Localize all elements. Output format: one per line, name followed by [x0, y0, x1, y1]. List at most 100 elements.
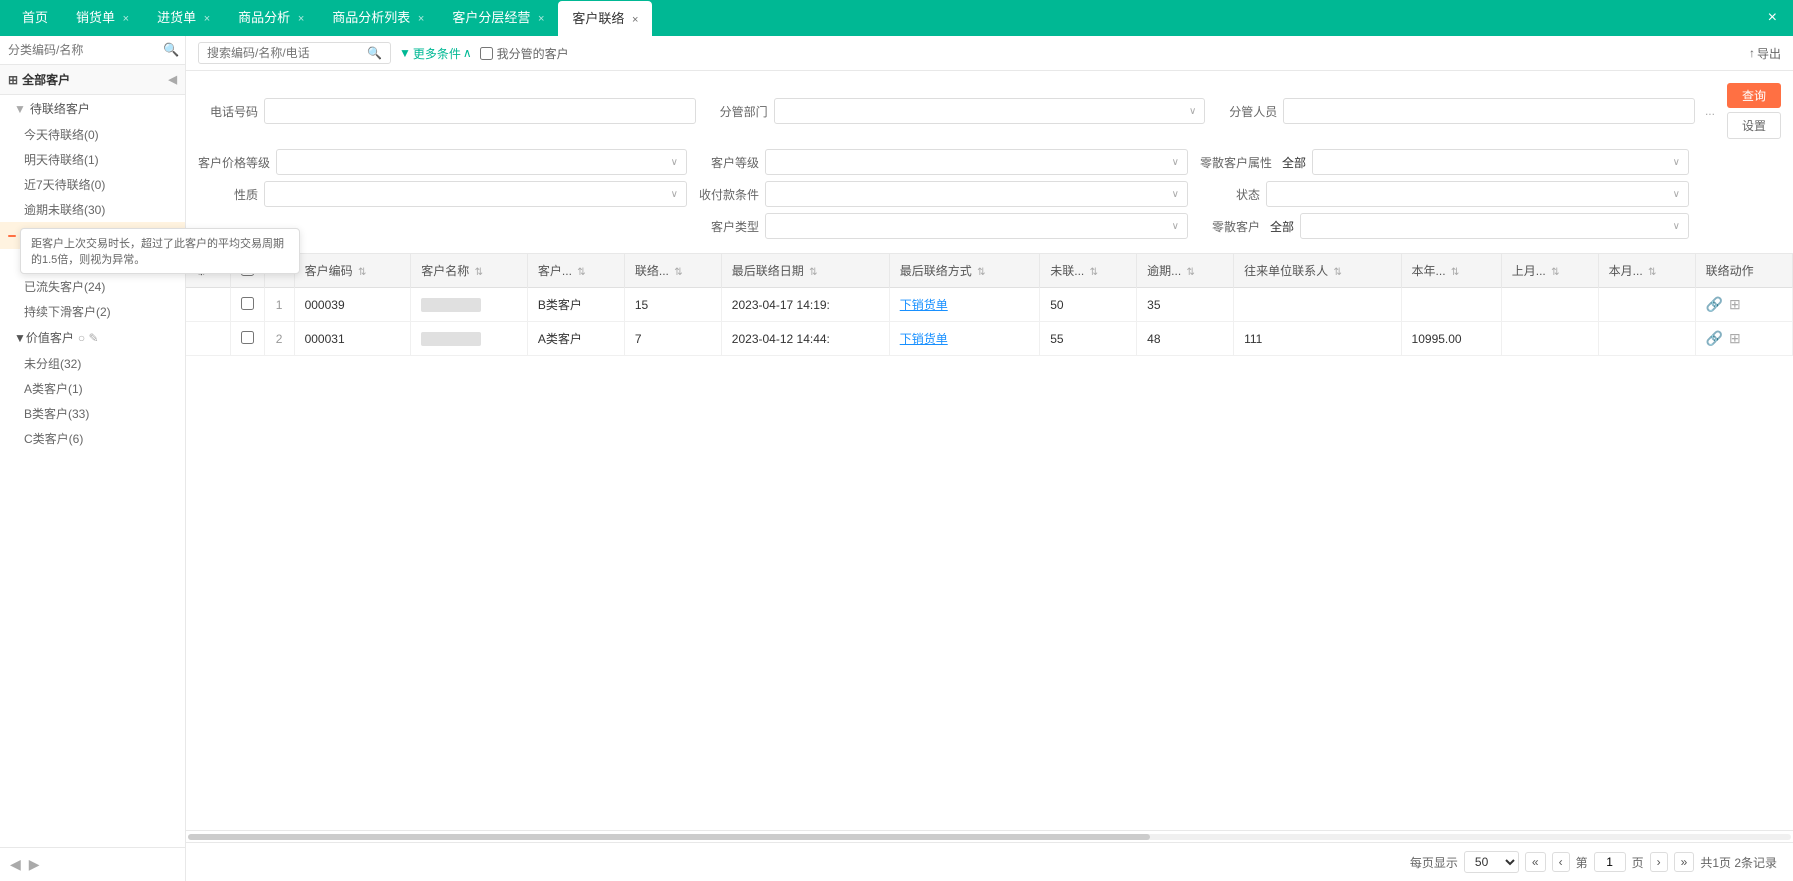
scrollbar-thumb[interactable] — [188, 834, 1150, 840]
last-method-link-1[interactable]: 下销货单 — [900, 298, 948, 312]
td-contact-2: 7 — [624, 322, 721, 356]
sidebar-item-a-class[interactable]: A类客户(1) — [0, 376, 185, 401]
payment-select[interactable]: ∨ — [765, 181, 1188, 207]
nav-close-analysis-list[interactable]: × — [418, 13, 424, 25]
sidebar-item-declining[interactable]: 持续下滑客户(2) — [0, 299, 185, 324]
payment-arrow: ∨ — [1172, 189, 1179, 200]
th-this-month[interactable]: 本月... ⇅ — [1598, 254, 1695, 288]
th-last-date[interactable]: 最后联络日期 ⇅ — [721, 254, 889, 288]
window-close-button[interactable]: × — [1760, 9, 1785, 27]
sidebar-bottom-left[interactable]: ◀ — [8, 854, 23, 875]
dept-select[interactable]: ∨ — [774, 98, 1206, 124]
th-code[interactable]: 客户编码 ⇅ — [294, 254, 411, 288]
sidebar-item-ungrouped[interactable]: 未分组(32) — [0, 351, 185, 376]
table-body: 1 000039 B类客户 15 2023-04-17 14:19: 下销货单 … — [186, 288, 1793, 356]
action-grid-icon-1[interactable]: ⊞ — [1729, 296, 1741, 313]
edit-icon[interactable]: ✎ — [89, 331, 99, 345]
my-customers-checkbox[interactable]: 我分管的客户 — [480, 45, 569, 62]
settings-button[interactable]: 设置 — [1727, 112, 1781, 139]
cust-grade-select[interactable]: ∨ — [765, 149, 1188, 175]
th-last-month[interactable]: 上月... ⇅ — [1501, 254, 1598, 288]
advanced-filter-panel: 电话号码 分管部门 ∨ 分管人员 ... — [186, 71, 1793, 254]
page-size-select[interactable]: 50 20 100 — [1464, 851, 1519, 873]
nav-item-home[interactable]: 首页 — [8, 0, 62, 36]
th-name[interactable]: 客户名称 ⇅ — [411, 254, 528, 288]
td-checkbox-1[interactable] — [230, 288, 264, 322]
td-code-2: 000031 — [294, 322, 411, 356]
sidebar-pending-contact-group[interactable]: ▼ 待联络客户 — [0, 95, 185, 122]
nav-close-customer-tier[interactable]: × — [538, 13, 544, 25]
sidebar-search-icon[interactable]: 🔍 — [163, 42, 179, 58]
phone-input[interactable] — [264, 98, 696, 124]
status-label: 状态 — [1200, 186, 1260, 203]
td-overdue-1: 35 — [1137, 288, 1234, 322]
cust-type-select[interactable]: ∨ — [765, 213, 1188, 239]
sidebar-search-input[interactable] — [8, 43, 163, 57]
sidebar-item-churned[interactable]: 已流失客户(24) — [0, 274, 185, 299]
sidebar-collapse-btn[interactable]: ◀ — [169, 73, 177, 86]
sidebar-item-overdue[interactable]: 逾期未联络(30) — [0, 197, 185, 222]
next-page-btn[interactable]: › — [1650, 852, 1668, 872]
manager-dots[interactable]: ... — [1705, 104, 1715, 118]
row-checkbox-1[interactable] — [241, 297, 254, 310]
td-overdue-2: 48 — [1137, 322, 1234, 356]
manager-select[interactable] — [1283, 98, 1695, 124]
page-suffix: 页 — [1632, 854, 1644, 871]
filter-search-input[interactable] — [207, 46, 367, 60]
action-link-icon-2[interactable]: 🔗 — [1706, 330, 1723, 347]
td-category-1: B类客户 — [527, 288, 624, 322]
nav-item-customer-tier[interactable]: 客户分层经营 × — [438, 0, 558, 36]
sidebar-item-today[interactable]: 今天待联络(0) — [0, 122, 185, 147]
status-select[interactable]: ∨ — [1266, 181, 1689, 207]
not-contact-sort-icon: ⇅ — [1090, 267, 1098, 278]
td-num-2: 2 — [264, 322, 294, 356]
sidebar-item-tomorrow[interactable]: 明天待联络(1) — [0, 147, 185, 172]
nav-item-sales[interactable]: 销货单 × — [62, 0, 143, 36]
td-last-method-1[interactable]: 下销货单 — [889, 288, 1040, 322]
my-customers-check[interactable] — [480, 47, 493, 60]
sidebar-item-b-class[interactable]: B类客户(33) — [0, 401, 185, 426]
th-contact[interactable]: 联络... ⇅ — [624, 254, 721, 288]
sidebar-item-c-class[interactable]: C类客户(6) — [0, 426, 185, 451]
row-checkbox-2[interactable] — [241, 331, 254, 344]
prev-page-btn[interactable]: ‹ — [1552, 852, 1570, 872]
th-unit-contact[interactable]: 往来单位联系人 ⇅ — [1234, 254, 1401, 288]
circle-icon[interactable]: ○ — [78, 331, 85, 345]
action-link-icon-1[interactable]: 🔗 — [1706, 296, 1723, 313]
filter-search-icon[interactable]: 🔍 — [367, 46, 382, 60]
retail-attr-select[interactable]: ∨ — [1312, 149, 1689, 175]
scrollbar-track[interactable] — [188, 834, 1791, 840]
nature-select[interactable]: ∨ — [264, 181, 687, 207]
last-method-link-2[interactable]: 下销货单 — [900, 332, 948, 346]
sidebar-all-customers-header[interactable]: ⊞ 全部客户 ◀ — [0, 65, 185, 95]
nav-close-sales[interactable]: × — [123, 13, 129, 25]
nav-close-analysis[interactable]: × — [298, 13, 304, 25]
retail-cust-select[interactable]: ∨ — [1300, 213, 1689, 239]
sidebar-item-7days[interactable]: 近7天待联络(0) — [0, 172, 185, 197]
more-conditions-btn[interactable]: ▼ 更多条件 ∧ — [399, 45, 472, 62]
price-grade-select[interactable]: ∨ — [276, 149, 687, 175]
nav-close-customer-contact[interactable]: × — [632, 14, 638, 26]
action-grid-icon-2[interactable]: ⊞ — [1729, 330, 1741, 347]
nav-item-purchase[interactable]: 进货单 × — [143, 0, 224, 36]
td-checkbox-2[interactable] — [230, 322, 264, 356]
horizontal-scrollbar[interactable] — [186, 830, 1793, 842]
nav-item-analysis[interactable]: 商品分析 × — [224, 0, 318, 36]
th-category[interactable]: 客户... ⇅ — [527, 254, 624, 288]
query-button[interactable]: 查询 — [1727, 83, 1781, 108]
page-number-input[interactable] — [1594, 852, 1626, 872]
export-button[interactable]: ↑ 导出 — [1749, 45, 1781, 62]
th-overdue[interactable]: 逾期... ⇅ — [1137, 254, 1234, 288]
filter-row-4: ... 客户类型 ∨ 零散客户 全部 ∨ — [198, 213, 1781, 239]
nav-close-purchase[interactable]: × — [204, 13, 210, 25]
first-page-btn[interactable]: « — [1525, 852, 1546, 872]
last-page-btn[interactable]: » — [1674, 852, 1695, 872]
nav-item-customer-contact[interactable]: 客户联络 × — [558, 1, 652, 37]
th-not-contact[interactable]: 未联... ⇅ — [1040, 254, 1137, 288]
th-last-method[interactable]: 最后联络方式 ⇅ — [889, 254, 1040, 288]
td-last-method-2[interactable]: 下销货单 — [889, 322, 1040, 356]
th-this-year[interactable]: 本年... ⇅ — [1401, 254, 1501, 288]
nav-item-analysis-list[interactable]: 商品分析列表 × — [318, 0, 438, 36]
sidebar-bottom-right[interactable]: ▶ — [27, 854, 42, 875]
retail-cust-arrow: ∨ — [1673, 221, 1680, 232]
